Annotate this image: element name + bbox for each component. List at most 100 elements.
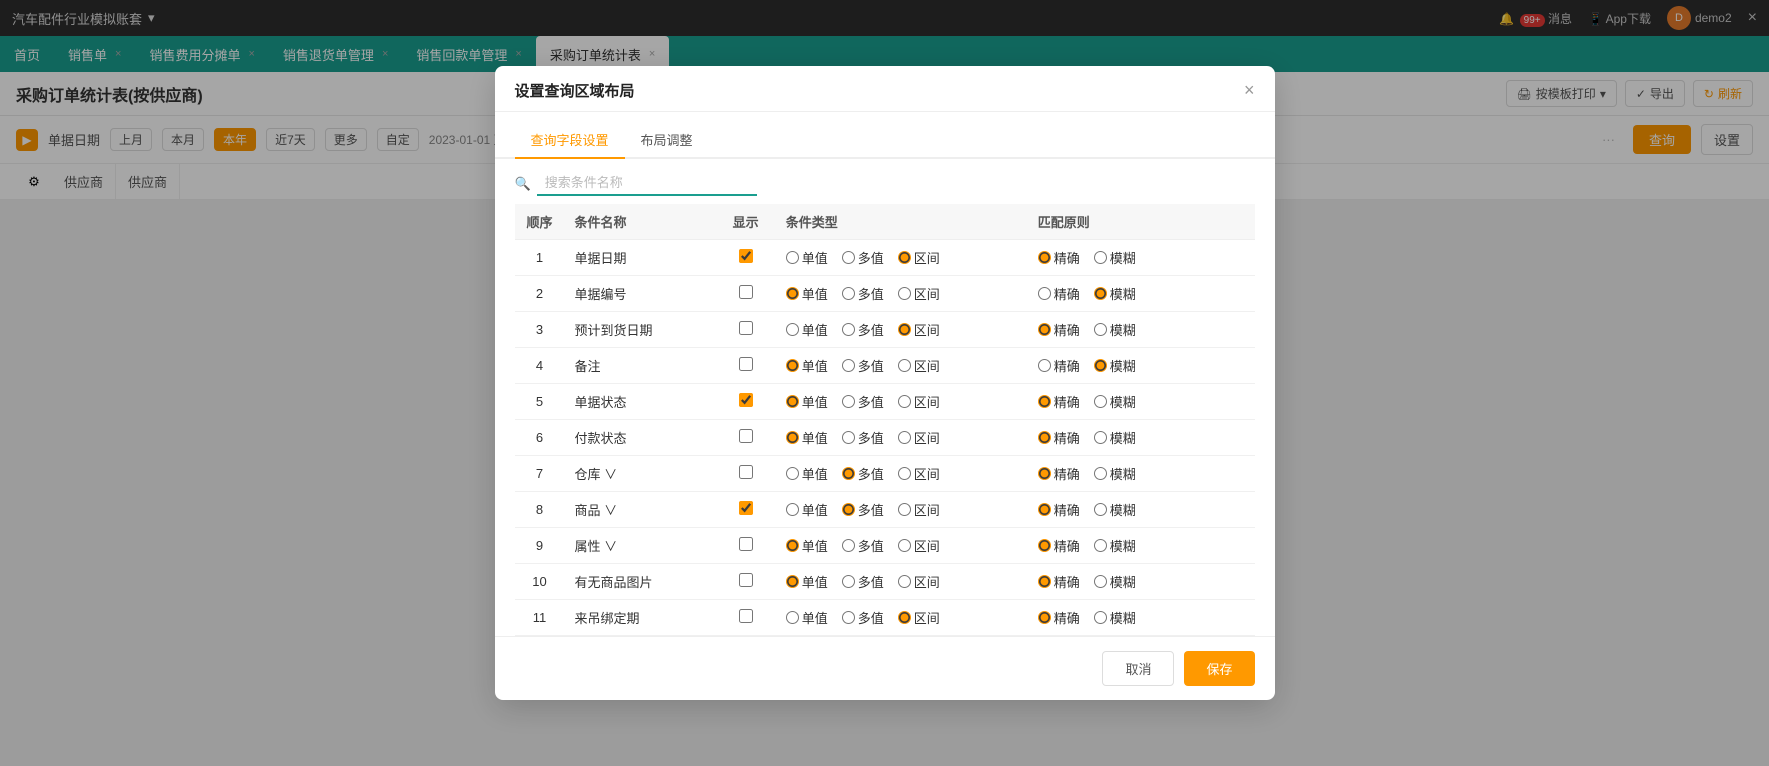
type-radio-单值[interactable]: 单值 — [786, 392, 828, 411]
type-radio-input[interactable] — [898, 287, 911, 300]
match-radio-精确[interactable]: 精确 — [1038, 428, 1080, 447]
type-radio-input[interactable] — [786, 611, 799, 624]
match-radio-input[interactable] — [1094, 611, 1107, 624]
type-radio-input[interactable] — [786, 287, 799, 300]
type-radio-单值[interactable]: 单值 — [786, 572, 828, 591]
match-radio-input[interactable] — [1094, 251, 1107, 264]
type-radio-input[interactable] — [898, 323, 911, 336]
type-radio-input[interactable] — [786, 467, 799, 480]
show-checkbox[interactable] — [739, 321, 753, 335]
match-radio-精确[interactable]: 精确 — [1038, 392, 1080, 411]
type-radio-单值[interactable]: 单值 — [786, 428, 828, 447]
match-radio-精确[interactable]: 精确 — [1038, 536, 1080, 555]
type-radio-单值[interactable]: 单值 — [786, 320, 828, 339]
type-radio-input[interactable] — [786, 323, 799, 336]
type-radio-区间[interactable]: 区间 — [898, 608, 940, 627]
match-radio-input[interactable] — [1038, 575, 1051, 588]
show-checkbox[interactable] — [739, 573, 753, 587]
show-checkbox[interactable] — [739, 249, 753, 263]
type-radio-input[interactable] — [842, 395, 855, 408]
type-radio-input[interactable] — [786, 539, 799, 552]
match-radio-模糊[interactable]: 模糊 — [1094, 284, 1136, 303]
match-radio-模糊[interactable]: 模糊 — [1094, 356, 1136, 375]
type-radio-多值[interactable]: 多值 — [842, 572, 884, 591]
match-radio-input[interactable] — [1094, 323, 1107, 336]
type-radio-input[interactable] — [898, 251, 911, 264]
type-radio-input[interactable] — [842, 359, 855, 372]
match-radio-input[interactable] — [1038, 287, 1051, 300]
type-radio-单值[interactable]: 单值 — [786, 500, 828, 519]
type-radio-单值[interactable]: 单值 — [786, 284, 828, 303]
show-checkbox[interactable] — [739, 609, 753, 623]
type-radio-多值[interactable]: 多值 — [842, 608, 884, 627]
match-radio-精确[interactable]: 精确 — [1038, 320, 1080, 339]
match-radio-input[interactable] — [1038, 359, 1051, 372]
match-radio-input[interactable] — [1038, 539, 1051, 552]
match-radio-精确[interactable]: 精确 — [1038, 608, 1080, 627]
match-radio-input[interactable] — [1038, 611, 1051, 624]
type-radio-区间[interactable]: 区间 — [898, 500, 940, 519]
match-radio-精确[interactable]: 精确 — [1038, 500, 1080, 519]
match-radio-模糊[interactable]: 模糊 — [1094, 572, 1136, 591]
type-radio-区间[interactable]: 区间 — [898, 572, 940, 591]
type-radio-单值[interactable]: 单值 — [786, 248, 828, 267]
type-radio-input[interactable] — [842, 575, 855, 588]
type-radio-多值[interactable]: 多值 — [842, 464, 884, 483]
match-radio-input[interactable] — [1094, 467, 1107, 480]
dialog-tab-fields[interactable]: 查询字段设置 — [515, 122, 625, 159]
match-radio-input[interactable] — [1094, 395, 1107, 408]
type-radio-input[interactable] — [898, 503, 911, 516]
match-radio-模糊[interactable]: 模糊 — [1094, 536, 1136, 555]
type-radio-多值[interactable]: 多值 — [842, 500, 884, 519]
type-radio-input[interactable] — [842, 611, 855, 624]
type-radio-input[interactable] — [842, 431, 855, 444]
show-checkbox[interactable] — [739, 429, 753, 443]
type-radio-区间[interactable]: 区间 — [898, 356, 940, 375]
match-radio-精确[interactable]: 精确 — [1038, 356, 1080, 375]
match-radio-input[interactable] — [1094, 287, 1107, 300]
match-radio-input[interactable] — [1038, 395, 1051, 408]
type-radio-input[interactable] — [786, 575, 799, 588]
type-radio-input[interactable] — [898, 467, 911, 480]
match-radio-input[interactable] — [1038, 323, 1051, 336]
match-radio-模糊[interactable]: 模糊 — [1094, 392, 1136, 411]
type-radio-单值[interactable]: 单值 — [786, 464, 828, 483]
type-radio-input[interactable] — [898, 539, 911, 552]
show-checkbox[interactable] — [739, 465, 753, 479]
type-radio-input[interactable] — [842, 251, 855, 264]
show-checkbox[interactable] — [739, 501, 753, 515]
match-radio-input[interactable] — [1038, 431, 1051, 444]
type-radio-input[interactable] — [898, 395, 911, 408]
type-radio-input[interactable] — [842, 539, 855, 552]
match-radio-模糊[interactable]: 模糊 — [1094, 464, 1136, 483]
type-radio-多值[interactable]: 多值 — [842, 428, 884, 447]
show-checkbox[interactable] — [739, 285, 753, 299]
type-radio-input[interactable] — [842, 503, 855, 516]
type-radio-input[interactable] — [842, 323, 855, 336]
type-radio-input[interactable] — [898, 611, 911, 624]
type-radio-input[interactable] — [786, 431, 799, 444]
match-radio-模糊[interactable]: 模糊 — [1094, 500, 1136, 519]
match-radio-精确[interactable]: 精确 — [1038, 464, 1080, 483]
save-button[interactable]: 保存 — [1184, 651, 1254, 686]
match-radio-精确[interactable]: 精确 — [1038, 284, 1080, 303]
type-radio-input[interactable] — [786, 395, 799, 408]
type-radio-区间[interactable]: 区间 — [898, 320, 940, 339]
show-checkbox[interactable] — [739, 537, 753, 551]
type-radio-单值[interactable]: 单值 — [786, 608, 828, 627]
match-radio-模糊[interactable]: 模糊 — [1094, 320, 1136, 339]
match-radio-input[interactable] — [1038, 467, 1051, 480]
type-radio-input[interactable] — [898, 575, 911, 588]
type-radio-input[interactable] — [842, 287, 855, 300]
match-radio-input[interactable] — [1038, 503, 1051, 516]
match-radio-模糊[interactable]: 模糊 — [1094, 608, 1136, 627]
cancel-button[interactable]: 取消 — [1102, 651, 1174, 686]
type-radio-区间[interactable]: 区间 — [898, 536, 940, 555]
match-radio-精确[interactable]: 精确 — [1038, 572, 1080, 591]
match-radio-input[interactable] — [1094, 359, 1107, 372]
type-radio-多值[interactable]: 多值 — [842, 320, 884, 339]
dialog-close-button[interactable]: × — [1244, 80, 1255, 101]
type-radio-多值[interactable]: 多值 — [842, 284, 884, 303]
show-checkbox[interactable] — [739, 393, 753, 407]
match-radio-精确[interactable]: 精确 — [1038, 248, 1080, 267]
